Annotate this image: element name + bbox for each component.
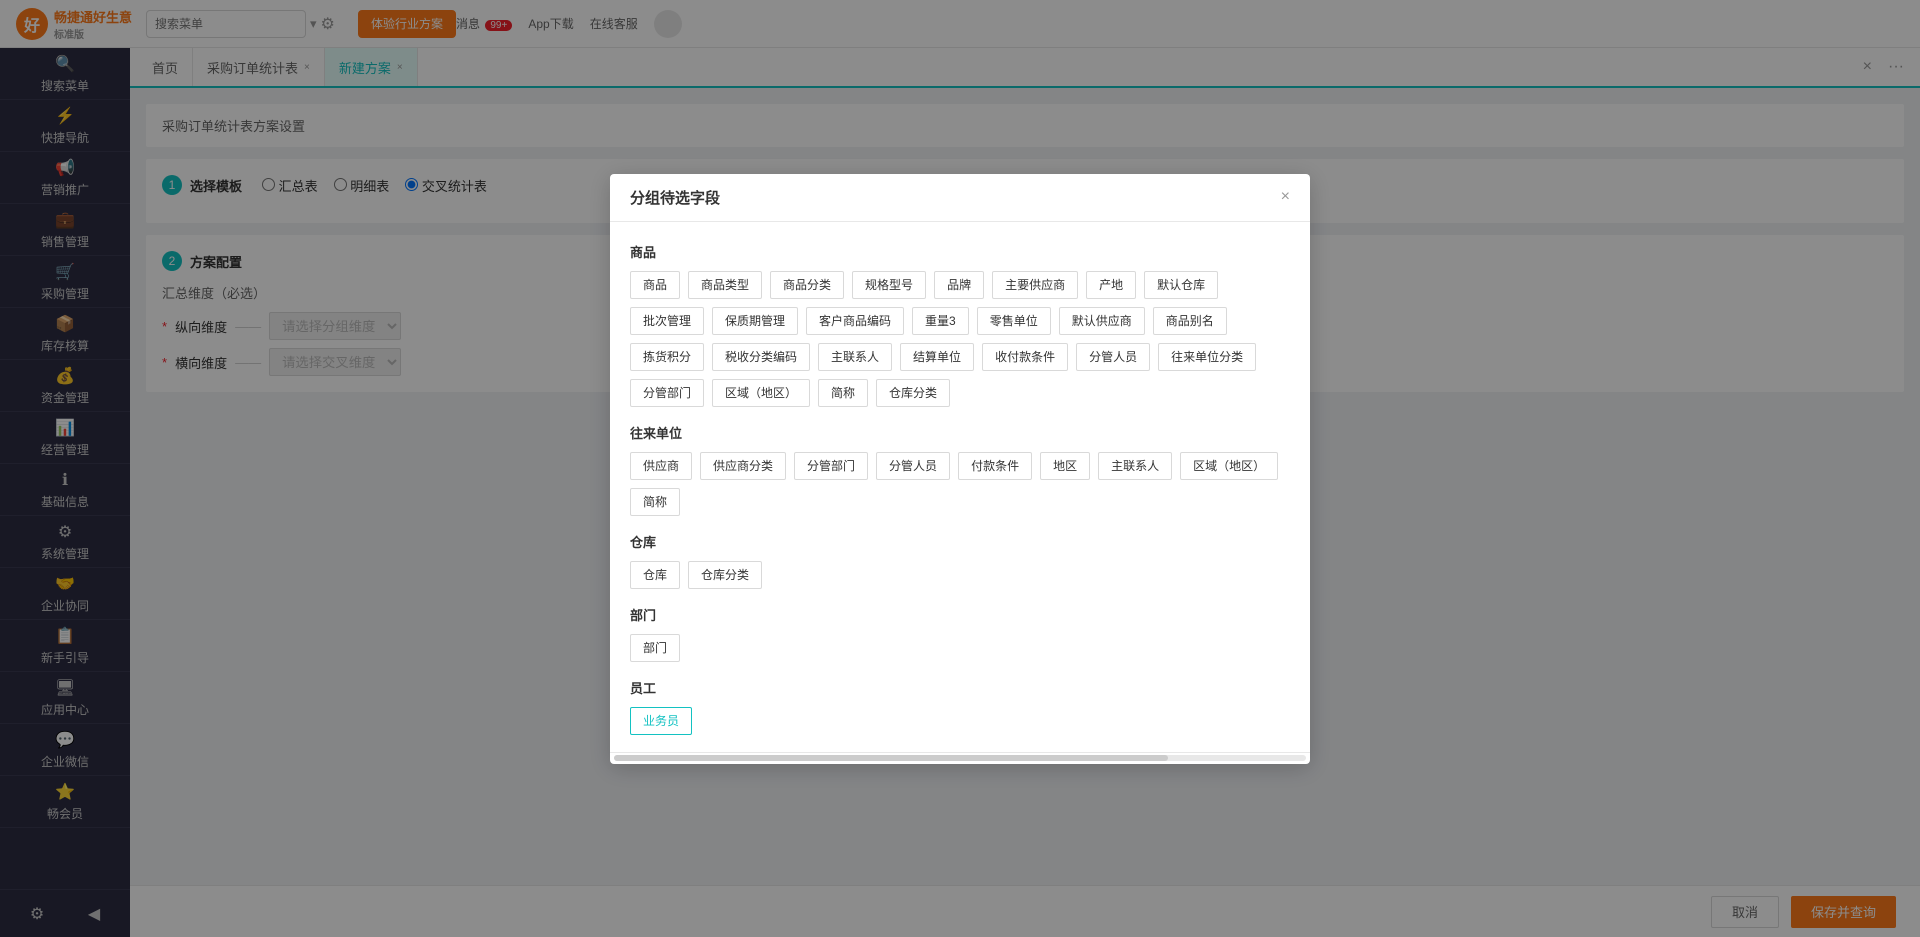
modal-scrollbar-bottom <box>610 752 1310 764</box>
field-tag-abbr-goods[interactable]: 简称 <box>818 379 868 407</box>
field-tag-retail-unit[interactable]: 零售单位 <box>977 307 1051 335</box>
modal-close-btn[interactable]: × <box>1281 188 1290 206</box>
field-grid-counterpart: 供应商 供应商分类 分管部门 分管人员 付款条件 地区 主联系人 区域（地区） … <box>630 452 1290 516</box>
section-title-dept: 部门 <box>630 605 1290 624</box>
field-tag-region-cp[interactable]: 区域（地区） <box>1180 452 1278 480</box>
field-tag-region-goods[interactable]: 区域（地区） <box>712 379 810 407</box>
field-tag-spec-model[interactable]: 规格型号 <box>852 271 926 299</box>
field-grid-dept: 部门 <box>630 634 1290 662</box>
field-grid-employee: 业务员 <box>630 707 1290 735</box>
field-tag-main-contact-cp[interactable]: 主联系人 <box>1098 452 1172 480</box>
section-title-counterpart: 往来单位 <box>630 423 1290 442</box>
field-tag-batch-mgmt[interactable]: 批次管理 <box>630 307 704 335</box>
field-tag-abbr-cp[interactable]: 简称 <box>630 488 680 516</box>
field-tag-goods-alias[interactable]: 商品别名 <box>1153 307 1227 335</box>
field-tag-staff-counterpart[interactable]: 分管人员 <box>876 452 950 480</box>
modal-body: 商品 商品 商品类型 商品分类 规格型号 品牌 主要供应商 产地 默认仓库 批次… <box>610 222 1310 752</box>
modal-overlay: 分组待选字段 × 商品 商品 商品类型 商品分类 规格型号 品牌 主要供应商 产… <box>0 0 1920 937</box>
field-tag-default-warehouse[interactable]: 默认仓库 <box>1144 271 1218 299</box>
section-title-employee: 员工 <box>630 678 1290 697</box>
field-tag-mgr-staff[interactable]: 分管人员 <box>1076 343 1150 371</box>
field-tag-payment-terms[interactable]: 收付款条件 <box>982 343 1068 371</box>
field-tag-default-supplier[interactable]: 默认供应商 <box>1059 307 1145 335</box>
field-tag-mgr-dept[interactable]: 分管部门 <box>630 379 704 407</box>
modal-header: 分组待选字段 × <box>610 174 1310 222</box>
field-tag-warehouse-category[interactable]: 仓库分类 <box>688 561 762 589</box>
field-grid-warehouse: 仓库 仓库分类 <box>630 561 1290 589</box>
field-tag-area[interactable]: 地区 <box>1040 452 1090 480</box>
field-tag-payment-cond[interactable]: 付款条件 <box>958 452 1032 480</box>
field-tag-warehouse[interactable]: 仓库 <box>630 561 680 589</box>
field-tag-customer-code[interactable]: 客户商品编码 <box>806 307 904 335</box>
field-tag-supplier[interactable]: 供应商 <box>630 452 692 480</box>
field-tag-goods[interactable]: 商品 <box>630 271 680 299</box>
field-tag-tax-code[interactable]: 税收分类编码 <box>712 343 810 371</box>
field-tag-main-supplier[interactable]: 主要供应商 <box>992 271 1078 299</box>
field-tag-supplier-category[interactable]: 供应商分类 <box>700 452 786 480</box>
field-tag-dept[interactable]: 部门 <box>630 634 680 662</box>
field-select-modal: 分组待选字段 × 商品 商品 商品类型 商品分类 规格型号 品牌 主要供应商 产… <box>610 174 1310 764</box>
field-tag-shelf-life[interactable]: 保质期管理 <box>712 307 798 335</box>
field-tag-goods-category[interactable]: 商品分类 <box>770 271 844 299</box>
field-grid-goods: 商品 商品类型 商品分类 规格型号 品牌 主要供应商 产地 默认仓库 批次管理 … <box>630 271 1290 407</box>
section-title-goods: 商品 <box>630 242 1290 261</box>
field-tag-brand[interactable]: 品牌 <box>934 271 984 299</box>
modal-title: 分组待选字段 <box>630 187 720 208</box>
field-tag-salesperson[interactable]: 业务员 <box>630 707 692 735</box>
field-tag-origin[interactable]: 产地 <box>1086 271 1136 299</box>
field-tag-pick-points[interactable]: 拣货积分 <box>630 343 704 371</box>
field-tag-settlement-unit[interactable]: 结算单位 <box>900 343 974 371</box>
field-tag-weight3[interactable]: 重量3 <box>912 307 969 335</box>
field-tag-goods-type[interactable]: 商品类型 <box>688 271 762 299</box>
field-tag-counterpart-category[interactable]: 往来单位分类 <box>1158 343 1256 371</box>
field-tag-main-contact[interactable]: 主联系人 <box>818 343 892 371</box>
field-tag-warehouse-category-goods[interactable]: 仓库分类 <box>876 379 950 407</box>
section-title-warehouse: 仓库 <box>630 532 1290 551</box>
field-tag-dept-counterpart[interactable]: 分管部门 <box>794 452 868 480</box>
